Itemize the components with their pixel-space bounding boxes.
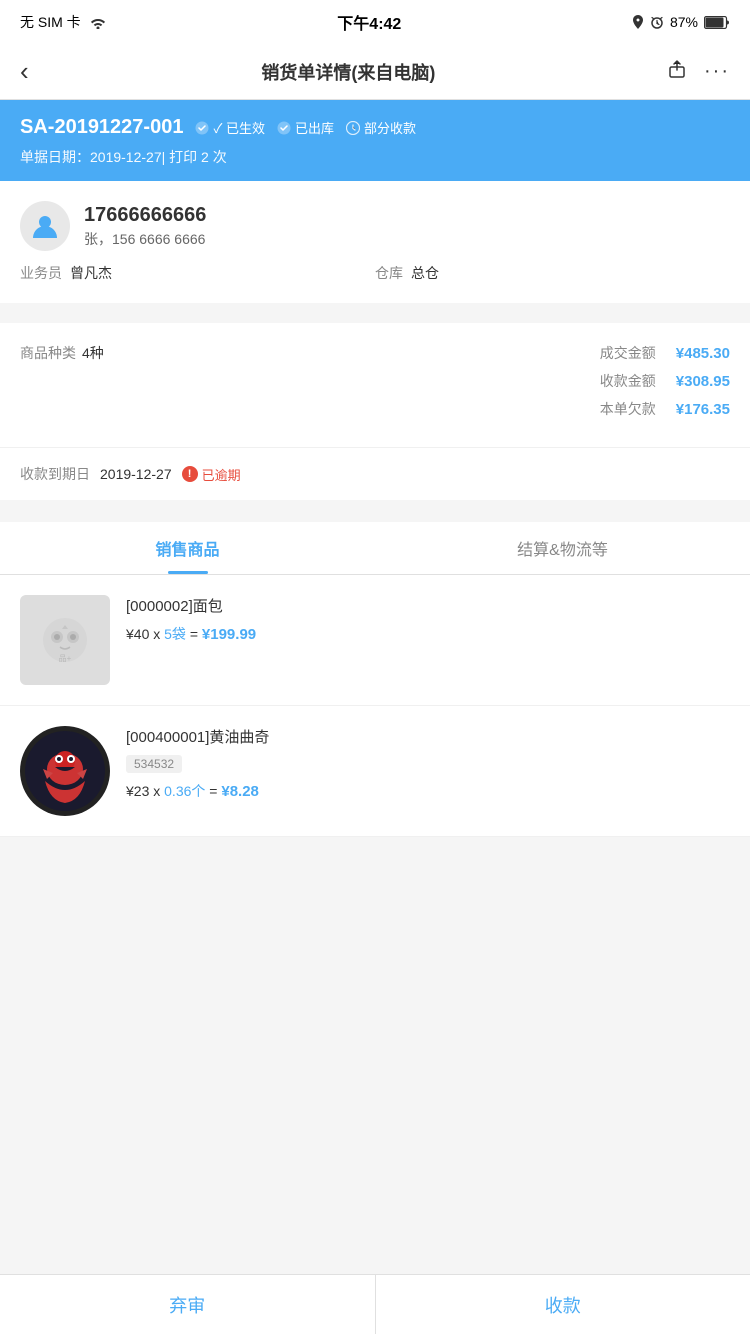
wifi-icon (89, 15, 107, 29)
deal-amount: ¥485.30 (676, 345, 730, 362)
clock-icon (346, 121, 360, 135)
product-image-cookies (20, 726, 110, 816)
tabs: 销售商品 结算&物流等 (0, 522, 750, 575)
receive-amount: ¥308.95 (676, 373, 730, 390)
overdue-badge: ! 已逾期 (182, 465, 241, 484)
header-banner: SA-20191227-001 ✓ 已生效 已出库 部分收款 单据日期：2019… (0, 100, 750, 181)
check-icon2 (277, 121, 291, 135)
cancel-review-button[interactable]: 弃审 (0, 1275, 376, 1334)
badge-effective: ✓ 已生效 (195, 118, 265, 137)
battery-icon (704, 16, 730, 29)
product-info-bread: [0000002]面包 ¥40 x 5袋 = ¥199.99 (126, 595, 730, 644)
badge-shipped: 已出库 (277, 118, 334, 137)
customer-sub-info: 张，156 6666 6666 (84, 229, 206, 249)
bottom-bar: 弃审 收款 (0, 1274, 750, 1334)
order-date-info: 单据日期：2019-12-27| 打印 2 次 (20, 147, 730, 167)
no-sim-text: 无 SIM 卡 (20, 12, 81, 32)
divider2 (0, 510, 750, 520)
product-item-bread: 品+ [0000002]面包 ¥40 x 5袋 = ¥199.99 (0, 575, 750, 706)
order-id: SA-20191227-001 (20, 116, 183, 139)
due-date-section: 收款到期日 2019-12-27 ! 已逾期 (0, 447, 750, 500)
battery-text: 87% (670, 14, 698, 30)
back-button[interactable]: ‹ (20, 56, 29, 87)
sales-info: 业务员 曾凡杰 (20, 263, 375, 283)
product-list: 品+ [0000002]面包 ¥40 x 5袋 = ¥199.99 (0, 575, 750, 837)
divider1 (0, 313, 750, 323)
sales-person: 曾凡杰 (70, 263, 112, 283)
product-item-cookies: [000400001]黄油曲奇 534532 ¥23 x 0.36个 = ¥8.… (0, 706, 750, 837)
product-name-cookies: [000400001]黄油曲奇 (126, 726, 730, 747)
check-icon (195, 121, 209, 135)
product-image-bread: 品+ (20, 595, 110, 685)
nav-bar: ‹ 销货单详情(来自电脑) ··· (0, 44, 750, 100)
warehouse-info: 仓库 总仓 (375, 263, 730, 283)
spacer (0, 837, 750, 907)
badge-partial: 部分收款 (346, 118, 416, 137)
deal-amount-row: 成交金额 ¥485.30 (600, 343, 730, 363)
debt-amount-row: 本单欠款 ¥176.35 (600, 399, 730, 419)
nav-right: ··· (668, 59, 730, 84)
customer-avatar (20, 201, 70, 251)
status-right: 87% (632, 14, 730, 30)
location-icon (632, 15, 644, 29)
svg-text:品+: 品+ (59, 654, 72, 663)
customer-phone: 17666666666 (84, 204, 206, 227)
due-date-value: 2019-12-27 (100, 466, 172, 482)
status-bar: 无 SIM 卡 下午4:42 87% (0, 0, 750, 44)
nav-left: ‹ (20, 56, 29, 87)
product-price-bread: ¥40 x 5袋 = ¥199.99 (126, 624, 730, 644)
product-name-bread: [0000002]面包 (126, 595, 730, 616)
more-button[interactable]: ··· (704, 60, 730, 83)
product-batch-badge: 534532 (126, 755, 182, 773)
product-price-cookies: ¥23 x 0.36个 = ¥8.28 (126, 781, 730, 801)
customer-section: 17666666666 张，156 6666 6666 业务员 曾凡杰 仓库 总… (0, 181, 750, 303)
product-type-info: 商品种类 4种 (20, 343, 104, 363)
status-left: 无 SIM 卡 (20, 12, 107, 32)
overdue-text: 已逾期 (202, 465, 241, 484)
collect-payment-button[interactable]: 收款 (376, 1275, 750, 1334)
tab-settlement[interactable]: 结算&物流等 (375, 522, 750, 574)
summary-section: 商品种类 4种 成交金额 ¥485.30 收款金额 ¥308.95 本单欠款 ¥… (0, 323, 750, 500)
status-time: 下午4:42 (337, 10, 401, 34)
debt-amount: ¥176.35 (676, 401, 730, 418)
share-button[interactable] (668, 59, 688, 84)
tab-sales-products[interactable]: 销售商品 (0, 522, 375, 574)
overdue-icon: ! (182, 466, 198, 482)
alarm-icon (650, 15, 664, 29)
warehouse-name: 总仓 (411, 263, 439, 283)
receive-amount-row: 收款金额 ¥308.95 (600, 371, 730, 391)
page-title: 销货单详情(来自电脑) (261, 59, 435, 85)
product-info-cookies: [000400001]黄油曲奇 534532 ¥23 x 0.36个 = ¥8.… (126, 726, 730, 801)
